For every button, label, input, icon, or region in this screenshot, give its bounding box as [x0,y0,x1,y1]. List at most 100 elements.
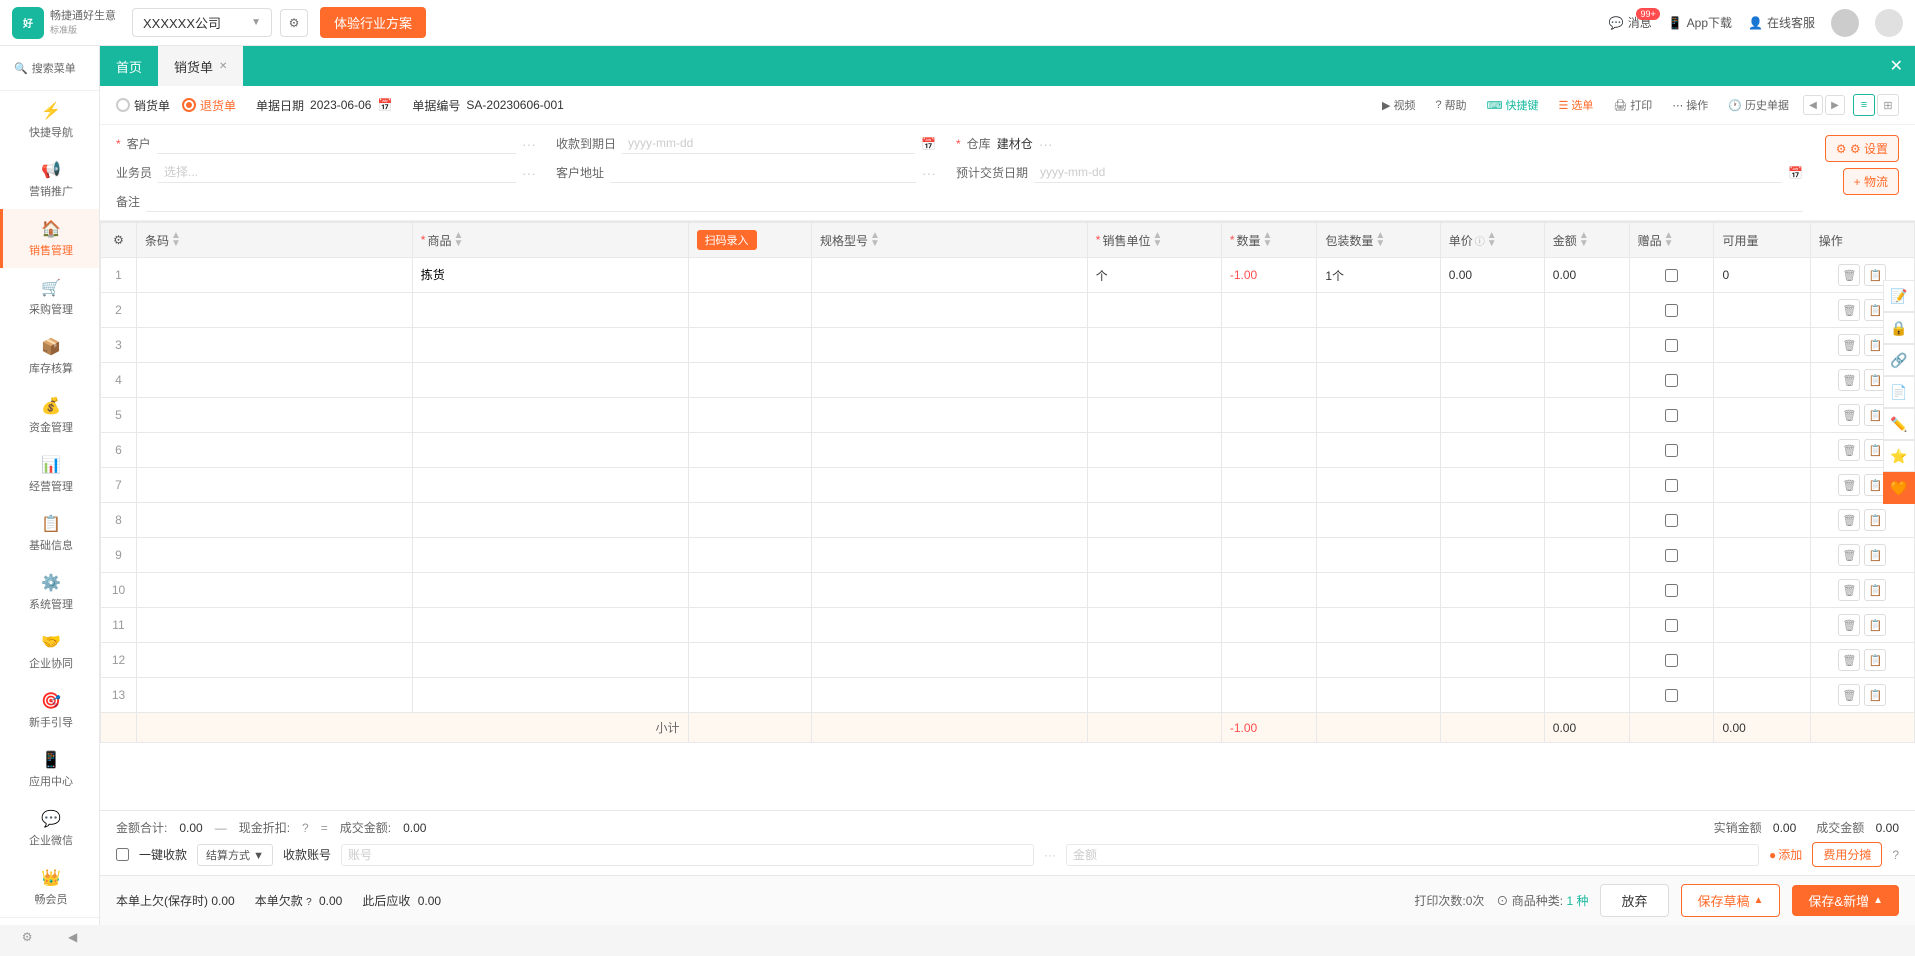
row-copy-btn[interactable]: 📋 [1864,544,1886,566]
row-unit-cell[interactable] [1087,678,1221,713]
row-gift-cell[interactable] [1629,678,1714,713]
sidebar-settings-icon[interactable]: ⚙ [22,930,33,944]
delivery-calendar-icon[interactable]: 📅 [1788,166,1803,180]
row-pkg-qty-cell[interactable] [1317,608,1440,643]
row-unit-cell[interactable] [1087,363,1221,398]
float-star-btn[interactable]: ⭐ [1883,440,1915,472]
row-qty-cell[interactable] [1221,398,1317,433]
scan-btn[interactable]: 扫码录入 [697,230,757,250]
row-product-cell[interactable] [412,503,688,538]
row-delete-btn[interactable]: 🗑 [1838,544,1860,566]
row-gift-cell[interactable] [1629,398,1714,433]
row-product-cell[interactable] [412,468,688,503]
one-click-payment-checkbox[interactable] [116,848,129,861]
row-barcode-cell[interactable] [137,363,413,398]
row-barcode-cell[interactable] [137,398,413,433]
sidebar-item-quick-nav[interactable]: ⚡ 快捷导航 [0,91,99,150]
row-spec-cell[interactable] [812,293,1088,328]
row-spec-cell[interactable] [812,608,1088,643]
remark-input[interactable] [146,191,1803,212]
row-amount-cell[interactable] [1544,293,1629,328]
row-amount-cell[interactable] [1544,433,1629,468]
abandon-btn[interactable]: 放弃 [1600,884,1668,917]
customer-dots-btn[interactable]: ··· [522,136,536,152]
dots-account[interactable]: ··· [1044,848,1056,862]
row-product-cell[interactable] [412,398,688,433]
payment-date-input[interactable] [622,133,915,154]
row-unit-cell[interactable] [1087,503,1221,538]
calendar-icon[interactable]: 📅 [377,98,392,112]
quickkey-btn[interactable]: ⌨ 快捷键 [1481,94,1545,116]
row-product-cell[interactable] [412,258,688,293]
row-product-cell[interactable] [412,678,688,713]
row-qty-cell[interactable]: -1.00 [1221,258,1317,293]
row-gift-cell[interactable] [1629,328,1714,363]
sidebar-item-member[interactable]: 👑 畅会员 [0,858,99,917]
fee-split-btn[interactable]: 费用分摊 [1812,842,1882,867]
tab-sales-order[interactable]: 销货单 ✕ [158,46,243,86]
row-qty-cell[interactable] [1221,293,1317,328]
float-link-btn[interactable]: 🔗 [1883,344,1915,376]
table-settings-icon[interactable]: ⚙ [113,233,124,247]
row-product-cell[interactable] [412,433,688,468]
row-spec-cell[interactable] [812,503,1088,538]
row-unit-cell[interactable] [1087,293,1221,328]
sidebar-item-sales[interactable]: 🏠 销售管理 [0,209,99,268]
row-gift-cell[interactable] [1629,433,1714,468]
row-unit-price-cell[interactable] [1440,538,1544,573]
row-spec-cell[interactable] [812,433,1088,468]
row-unit-price-cell[interactable] [1440,293,1544,328]
row-barcode-cell[interactable] [137,433,413,468]
row-barcode-cell[interactable] [137,503,413,538]
row-amount-cell[interactable] [1544,678,1629,713]
row-unit-price-cell[interactable] [1440,363,1544,398]
row-amount-cell[interactable] [1544,328,1629,363]
row-pkg-qty-cell[interactable] [1317,678,1440,713]
save-new-btn[interactable]: 保存&新增 ▲ [1792,885,1899,916]
row-pkg-qty-cell[interactable] [1317,398,1440,433]
settings-panel-btn[interactable]: ⚙ ⚙ 设置 [1825,135,1899,162]
row-unit-price-cell[interactable] [1440,608,1544,643]
row-qty-cell[interactable] [1221,468,1317,503]
radio-sale-order[interactable]: 销货单 [116,97,170,114]
row-barcode-cell[interactable] [137,468,413,503]
row-spec-cell[interactable] [812,468,1088,503]
row-unit-price-cell[interactable]: 0.00 [1440,258,1544,293]
sidebar-item-operation[interactable]: 📊 经营管理 [0,445,99,504]
sidebar-collapse-icon[interactable]: ◀ [68,930,77,944]
row-barcode-cell[interactable] [137,573,413,608]
row-spec-cell[interactable] [812,258,1088,293]
logistics-btn[interactable]: + 物流 [1843,168,1899,195]
avatar[interactable] [1831,9,1859,37]
save-draft-btn[interactable]: 保存草稿 ▲ [1681,884,1781,917]
row-barcode-cell[interactable] [137,328,413,363]
select-btn[interactable]: ☰ 选单 [1552,94,1599,116]
row-amount-cell[interactable] [1544,503,1629,538]
row-delete-btn[interactable]: 🗑 [1838,404,1860,426]
trial-btn[interactable]: 体验行业方案 [320,7,426,38]
sidebar-item-basic[interactable]: 📋 基础信息 [0,504,99,563]
print-btn[interactable]: 🖨 打印 [1607,94,1658,116]
row-delete-btn[interactable]: 🗑 [1838,369,1860,391]
row-unit-cell[interactable] [1087,468,1221,503]
row-barcode-cell[interactable] [137,538,413,573]
view-list-btn[interactable]: ≡ [1853,94,1875,116]
company-selector[interactable]: XXXXXX公司 ▼ [132,8,272,37]
row-pkg-qty-cell[interactable] [1317,328,1440,363]
sidebar-item-system[interactable]: ⚙️ 系统管理 [0,563,99,622]
sidebar-item-newbie[interactable]: 🎯 新手引导 [0,681,99,740]
row-product-cell[interactable] [412,573,688,608]
row-spec-cell[interactable] [812,643,1088,678]
payment-calendar-icon[interactable]: 📅 [921,137,936,151]
row-delete-btn[interactable]: 🗑 [1838,439,1860,461]
row-barcode-cell[interactable] [137,608,413,643]
delivery-date-input[interactable] [1034,162,1782,183]
row-qty-cell[interactable] [1221,503,1317,538]
row-copy-btn[interactable]: 📋 [1864,649,1886,671]
row-unit-price-cell[interactable] [1440,328,1544,363]
row-product-cell[interactable] [412,608,688,643]
float-note-btn[interactable]: 📝 [1883,280,1915,312]
customer-input[interactable] [157,133,516,154]
row-qty-cell[interactable] [1221,643,1317,678]
row-qty-cell[interactable] [1221,433,1317,468]
